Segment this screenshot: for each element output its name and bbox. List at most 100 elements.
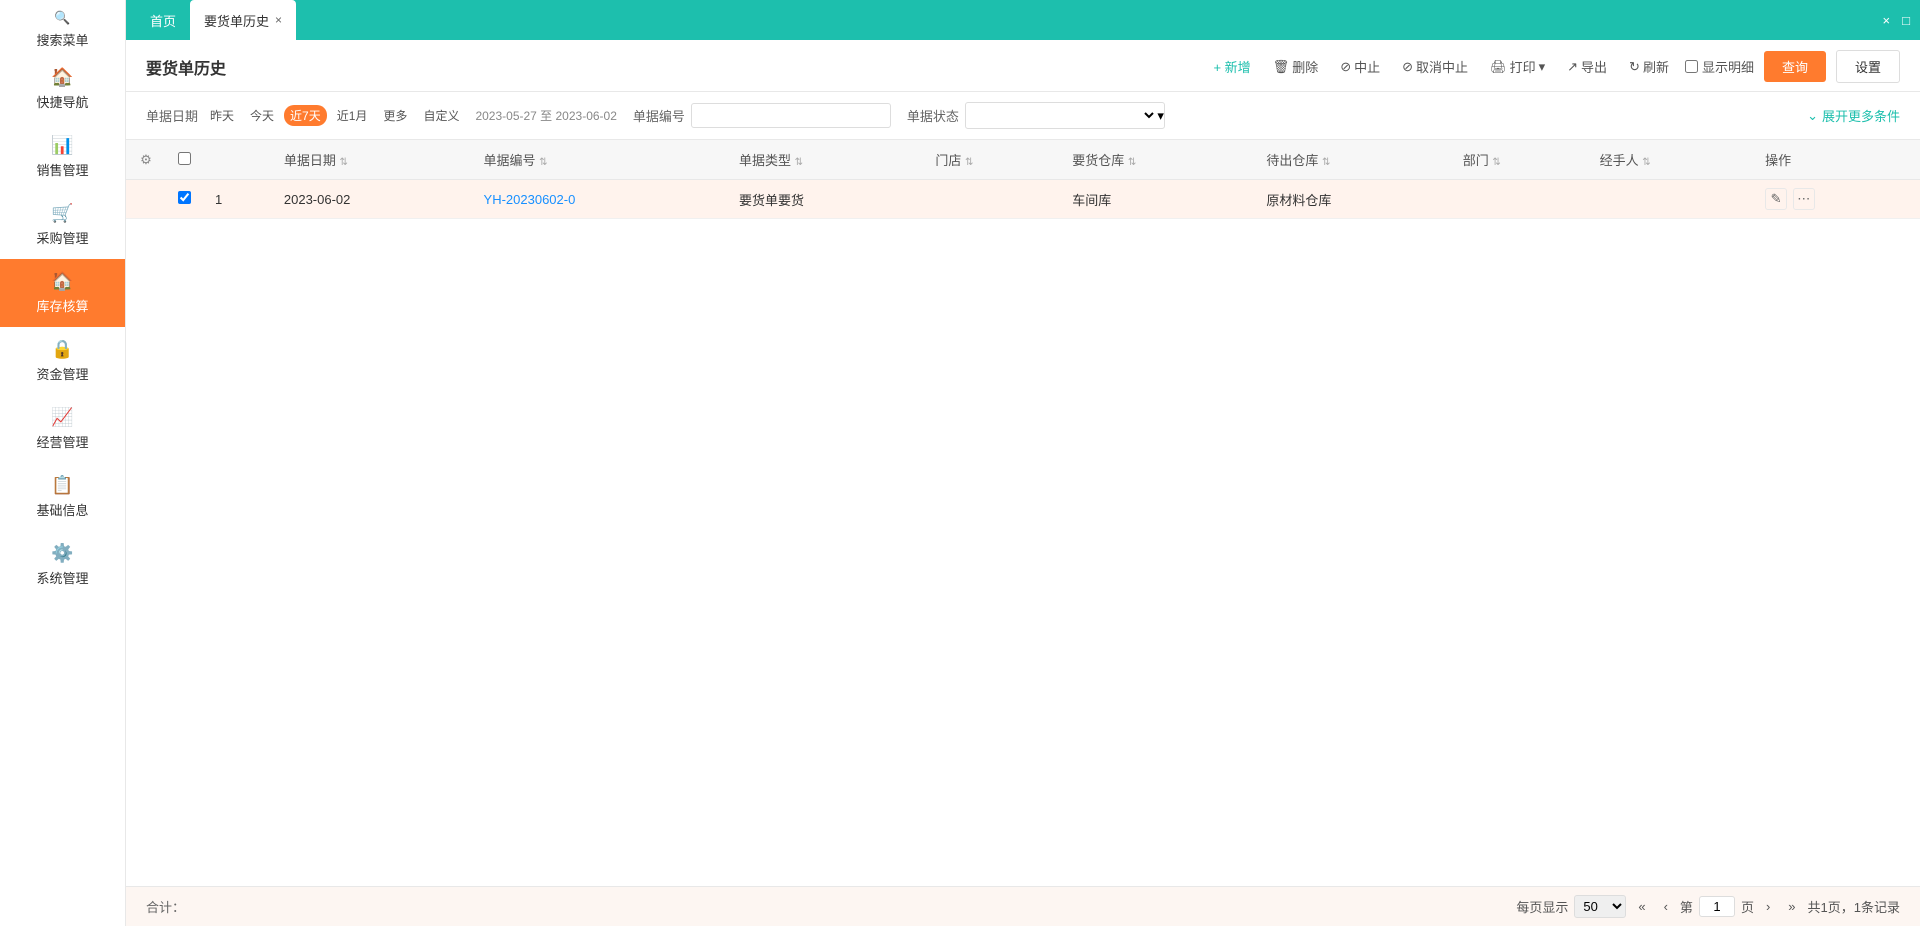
print-dropdown-icon: ▾ — [1539, 59, 1546, 75]
delete-button[interactable]: 🗑 删除 — [1267, 53, 1325, 80]
delete-button-label: 删除 — [1292, 57, 1318, 76]
th-op: 操作 — [1753, 140, 1920, 180]
new-button[interactable]: + 新增 — [1207, 53, 1256, 80]
sidebar-item-finance[interactable]: 🔒 资金管理 — [0, 327, 125, 395]
refresh-button[interactable]: ↻ 刷新 — [1623, 53, 1675, 80]
pagination: 每页显示 20 50 100 200 « ‹ 第 页 › » 共1页，1条记录 — [1516, 895, 1900, 918]
expand-more-button[interactable]: ⌄ 展开更多条件 — [1807, 102, 1900, 129]
last-page-button[interactable]: » — [1782, 897, 1801, 916]
row-op-more-icon[interactable]: ⋯ — [1793, 188, 1815, 210]
doc-status-filter-group: 单据状态 ▾ — [907, 102, 1165, 129]
content-area: 要货单历史 + 新增 🗑 删除 ⊘ 中止 ⊘ 取消中止 — [126, 40, 1920, 926]
th-handler[interactable]: 经手人 ⇅ — [1588, 140, 1754, 180]
tab-home[interactable]: 首页 — [136, 0, 190, 40]
th-wait-wh[interactable]: 待出仓库 ⇅ — [1254, 140, 1450, 180]
date-btn-7days[interactable]: 近7天 — [284, 105, 327, 126]
th-checkbox[interactable] — [166, 140, 203, 180]
sidebar-search-label: 搜索菜单 — [36, 30, 88, 49]
first-page-button[interactable]: « — [1632, 897, 1651, 916]
date-btn-yesterday[interactable]: 昨天 — [204, 105, 240, 126]
sort-req-wh-icon: ⇅ — [1128, 157, 1136, 168]
stop-button-label: 中止 — [1354, 57, 1380, 76]
sidebar-item-label: 经营管理 — [36, 432, 88, 451]
sidebar-item-purchase[interactable]: 🛒 采购管理 — [0, 191, 125, 259]
prev-page-button[interactable]: ‹ — [1658, 897, 1674, 916]
query-button[interactable]: 查询 — [1764, 51, 1826, 82]
sort-type-icon: ⇅ — [795, 157, 803, 168]
total-label: 合计： — [146, 897, 185, 916]
doc-no-input[interactable] — [691, 103, 891, 128]
th-store[interactable]: 门店 ⇅ — [923, 140, 1060, 180]
sidebar-item-quick-nav[interactable]: 🏠 快捷导航 — [0, 55, 125, 123]
page-input[interactable] — [1699, 896, 1735, 917]
sidebar-item-inventory[interactable]: 🏠 库存核算 — [0, 259, 125, 327]
sidebar-item-basic[interactable]: 📋 基础信息 — [0, 463, 125, 531]
table-header-row: ⚙ 单据日期 ⇅ 单据编号 ⇅ 单据类型 ⇅ 门店 ⇅ — [126, 140, 1920, 180]
doc-status-label: 单据状态 — [907, 106, 959, 125]
show-detail-checkbox[interactable]: 显示明细 — [1685, 57, 1754, 76]
row-no[interactable]: YH-20230602-0 — [472, 180, 727, 219]
next-page-button[interactable]: › — [1760, 897, 1776, 916]
th-date[interactable]: 单据日期 ⇅ — [272, 140, 472, 180]
show-detail-input[interactable] — [1685, 60, 1698, 73]
total-info: 共1页，1条记录 — [1808, 897, 1900, 916]
per-page-select[interactable]: 20 50 100 200 — [1574, 895, 1626, 918]
th-dept[interactable]: 部门 ⇅ — [1451, 140, 1588, 180]
cancel-stop-button[interactable]: ⊘ 取消中止 — [1396, 53, 1474, 80]
select-all-checkbox[interactable] — [178, 152, 191, 165]
page-title: 要货单历史 — [146, 55, 226, 79]
data-table: ⚙ 单据日期 ⇅ 单据编号 ⇅ 单据类型 ⇅ 门店 ⇅ — [126, 140, 1920, 219]
doc-status-select[interactable] — [966, 103, 1157, 128]
tab-active[interactable]: 要货单历史 × — [190, 0, 296, 40]
ops-icon: 📈 — [51, 407, 73, 428]
doc-status-select-wrap: ▾ — [965, 102, 1165, 129]
th-settings[interactable]: ⚙ — [126, 140, 166, 180]
refresh-icon: ↻ — [1629, 59, 1640, 75]
table-area: ⚙ 单据日期 ⇅ 单据编号 ⇅ 单据类型 ⇅ 门店 ⇅ — [126, 140, 1920, 886]
th-req-wh[interactable]: 要货仓库 ⇅ — [1060, 140, 1254, 180]
sidebar-item-label: 采购管理 — [36, 228, 88, 247]
date-btn-today[interactable]: 今天 — [244, 105, 280, 126]
sidebar-item-system[interactable]: ⚙️ 系统管理 — [0, 531, 125, 599]
sort-handler-icon: ⇅ — [1642, 157, 1650, 168]
page-title-row: 要货单历史 + 新增 🗑 删除 ⊘ 中止 ⊘ 取消中止 — [146, 50, 1900, 91]
row-type: 要货单要货 — [727, 180, 923, 219]
row-req-wh: 车间库 — [1060, 180, 1254, 219]
sidebar-item-sales[interactable]: 📊 销售管理 — [0, 123, 125, 191]
main-area: 首页 要货单历史 × × □ 要货单历史 + 新增 🗑 删除 — [126, 0, 1920, 926]
export-icon: ↗ — [1567, 59, 1578, 75]
table-row: 1 2023-06-02 YH-20230602-0 要货单要货 车间库 原材料… — [126, 180, 1920, 219]
sidebar: 🔍 搜索菜单 🏠 快捷导航 📊 销售管理 🛒 采购管理 🏠 库存核算 🔒 资金管… — [0, 0, 126, 926]
home-icon: 🏠 — [51, 67, 73, 88]
row-date: 2023-06-02 — [272, 180, 472, 219]
date-btn-more[interactable]: 更多 — [377, 105, 413, 126]
cancel-stop-icon: ⊘ — [1402, 59, 1413, 75]
row-dept — [1451, 180, 1588, 219]
th-no[interactable]: 单据编号 ⇅ — [472, 140, 727, 180]
print-button[interactable]: 🖨 打印 ▾ — [1484, 53, 1551, 80]
toolbar: + 新增 🗑 删除 ⊘ 中止 ⊘ 取消中止 🖨 — [1207, 50, 1900, 83]
row-op: ✎ ⋯ — [1753, 180, 1920, 219]
settings-button[interactable]: 设置 — [1836, 50, 1900, 83]
page-header: 要货单历史 + 新增 🗑 删除 ⊘ 中止 ⊘ 取消中止 — [126, 40, 1920, 92]
topbar-close-button[interactable]: × — [1883, 13, 1891, 28]
sidebar-search[interactable]: 🔍 搜索菜单 — [0, 0, 125, 55]
row-wait-wh: 原材料仓库 — [1254, 180, 1450, 219]
row-op-edit-icon[interactable]: ✎ — [1765, 188, 1787, 210]
sort-dept-icon: ⇅ — [1492, 157, 1500, 168]
stop-button[interactable]: ⊘ 中止 — [1334, 53, 1386, 80]
topbar-maximize-button[interactable]: □ — [1902, 13, 1910, 28]
date-btn-custom[interactable]: 自定义 — [417, 105, 465, 126]
sidebar-item-ops[interactable]: 📈 经营管理 — [0, 395, 125, 463]
th-type[interactable]: 单据类型 ⇅ — [727, 140, 923, 180]
date-btn-1month[interactable]: 近1月 — [331, 105, 374, 126]
cancel-stop-button-label: 取消中止 — [1416, 57, 1468, 76]
row-checkbox[interactable] — [166, 180, 203, 219]
row-index: 1 — [203, 180, 272, 219]
doc-no-link[interactable]: YH-20230602-0 — [484, 192, 576, 207]
dropdown-icon: ▾ — [1157, 108, 1164, 124]
sidebar-item-label: 基础信息 — [36, 500, 88, 519]
export-button[interactable]: ↗ 导出 — [1561, 53, 1613, 80]
tab-close-button[interactable]: × — [275, 13, 282, 27]
doc-no-filter-group: 单据编号 — [633, 103, 891, 128]
